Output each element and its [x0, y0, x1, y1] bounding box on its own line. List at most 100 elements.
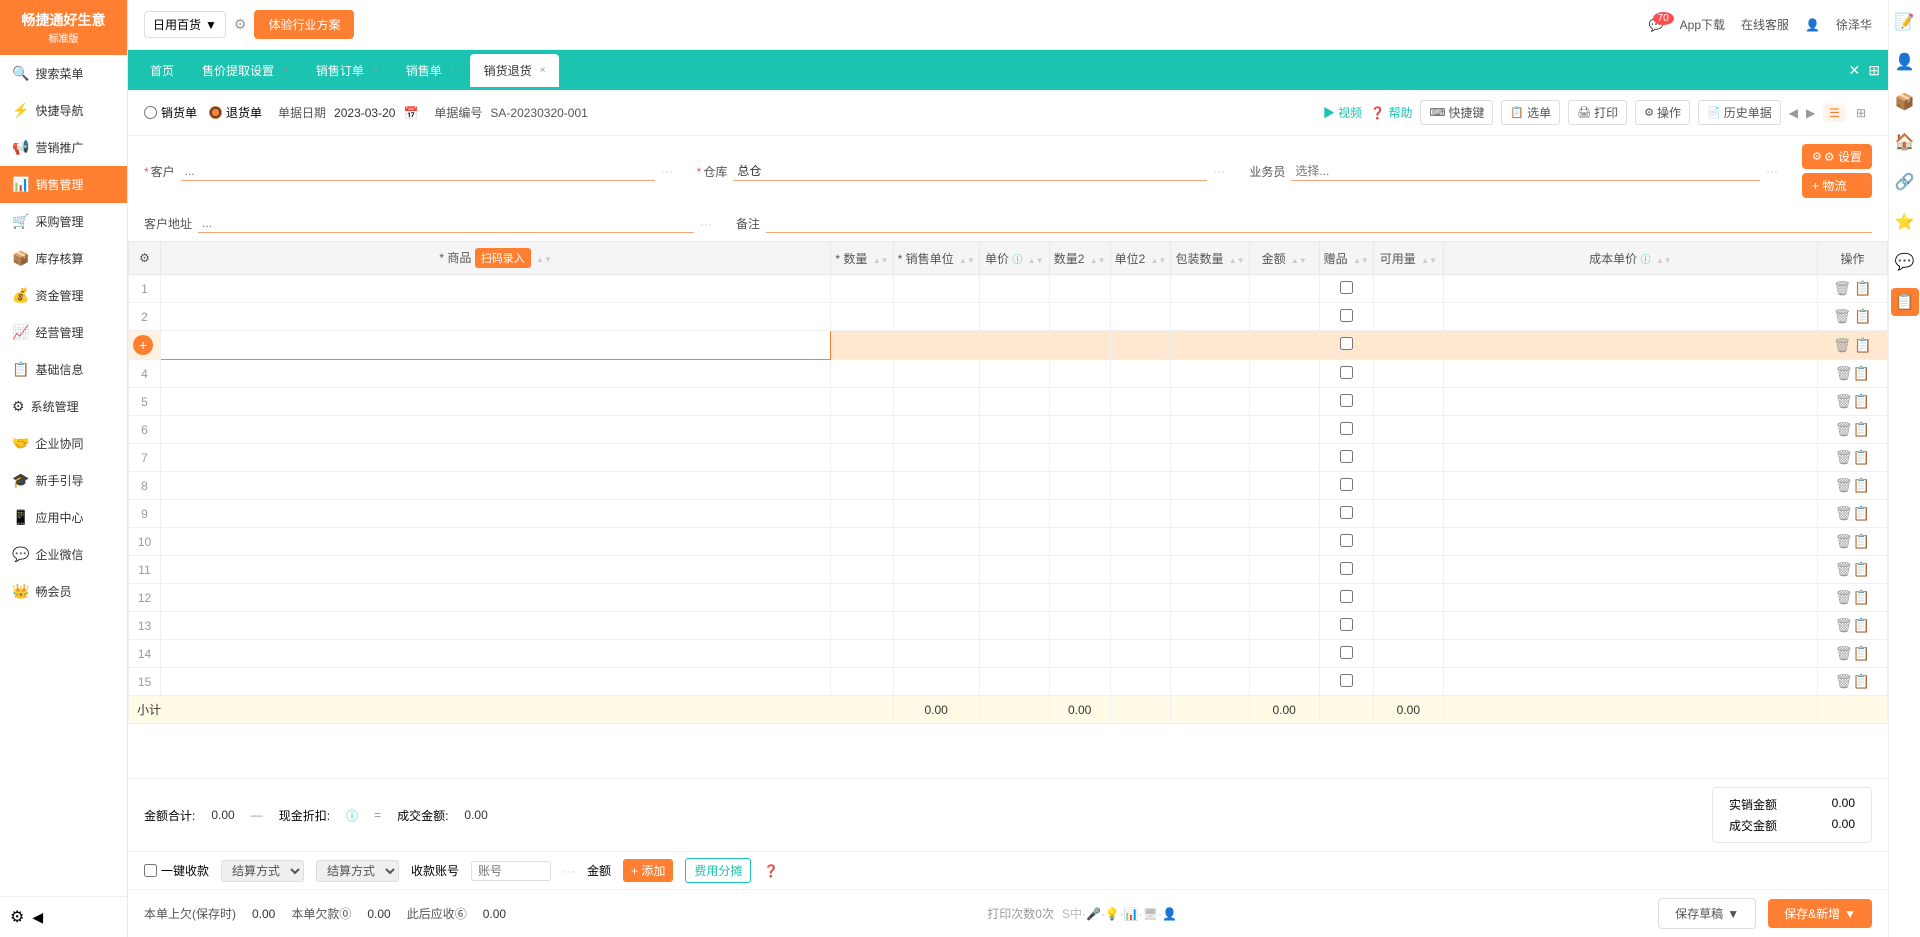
row14-delete-btn[interactable]: 🗑: [1835, 645, 1853, 662]
row2-costprice[interactable]: [1443, 303, 1817, 331]
settings-btn[interactable]: ⚙ ⚙ 设置: [1802, 144, 1872, 169]
row3-pkgqty[interactable]: [1171, 331, 1249, 360]
row12-delete-btn[interactable]: 🗑: [1835, 589, 1853, 606]
list-view-btn[interactable]: ⊞: [1850, 104, 1872, 122]
row3-product[interactable]: [161, 331, 831, 360]
cost-split-btn[interactable]: 费用分摊: [685, 858, 751, 883]
select-btn[interactable]: 📋 选单: [1501, 100, 1560, 125]
sidebar-item-operations[interactable]: 📈 经营管理: [0, 314, 127, 351]
row2-avail[interactable]: [1373, 303, 1443, 331]
one-click-payment-checkbox[interactable]: 一键收款: [144, 862, 209, 879]
row1-product[interactable]: [161, 275, 831, 303]
row2-gift[interactable]: [1319, 303, 1373, 331]
row7-copy-btn[interactable]: 📋: [1853, 449, 1870, 466]
row1-avail[interactable]: [1373, 275, 1443, 303]
warehouse-more-icon[interactable]: ···: [1213, 164, 1225, 178]
row3-qty[interactable]: [831, 331, 893, 360]
row1-costprice[interactable]: [1443, 275, 1817, 303]
online-service-link[interactable]: 在线客服: [1741, 16, 1789, 33]
row1-price[interactable]: [979, 275, 1049, 303]
row3-unit2[interactable]: [1110, 331, 1171, 360]
close-all-icon[interactable]: ✕: [1849, 62, 1861, 79]
amount-dots[interactable]: ···: [563, 864, 575, 878]
tab-home[interactable]: 首页: [136, 54, 188, 87]
shortcut-btn[interactable]: ⌨ 快捷键: [1420, 100, 1493, 125]
app-download-link[interactable]: App下载: [1680, 16, 1725, 33]
row11-delete-btn[interactable]: 🗑: [1835, 561, 1853, 578]
tab-price-settings[interactable]: 售价提取设置 ×: [188, 54, 302, 87]
row1-pkgqty[interactable]: [1171, 275, 1249, 303]
sidebar-item-appstore[interactable]: 📱 应用中心: [0, 499, 127, 536]
tab-sales-return[interactable]: 销货退货 ×: [470, 54, 560, 87]
right-icon-7[interactable]: 💬: [1891, 248, 1919, 276]
experience-btn[interactable]: 体验行业方案: [254, 10, 354, 39]
row1-amount[interactable]: [1249, 275, 1319, 303]
tab-price-settings-close[interactable]: ×: [282, 65, 288, 76]
row2-pkgqty[interactable]: [1171, 303, 1249, 331]
row1-qty2[interactable]: [1049, 275, 1110, 303]
address-input[interactable]: [198, 214, 694, 233]
sidebar-item-guide[interactable]: 🎓 新手引导: [0, 462, 127, 499]
row3-costprice[interactable]: [1443, 331, 1817, 360]
row15-delete-btn[interactable]: 🗑: [1835, 673, 1853, 690]
customer-more-icon[interactable]: ···: [661, 164, 673, 178]
print-btn[interactable]: 🖨 打印: [1568, 100, 1627, 125]
help-icon[interactable]: ❓: [763, 864, 778, 878]
account-input[interactable]: [471, 861, 551, 881]
row3-price[interactable]: [979, 331, 1049, 360]
row13-copy-btn[interactable]: 📋: [1853, 617, 1870, 634]
row2-qty2[interactable]: [1049, 303, 1110, 331]
right-icon-6[interactable]: ⭐: [1891, 208, 1919, 236]
add-payment-btn[interactable]: + 添加: [623, 859, 673, 882]
row2-price[interactable]: [979, 303, 1049, 331]
salesperson-more-icon[interactable]: ···: [1766, 164, 1778, 178]
row3-copy-btn[interactable]: 📋: [1854, 337, 1871, 354]
nav-prev-btn[interactable]: ◀: [1789, 106, 1798, 120]
row3-gift[interactable]: [1319, 331, 1373, 360]
row4-copy-btn[interactable]: 📋: [1853, 365, 1870, 382]
calc-method-select[interactable]: 结算方式: [316, 860, 399, 882]
row8-delete-btn[interactable]: 🗑: [1835, 477, 1853, 494]
row5-delete-btn[interactable]: 🗑: [1835, 393, 1853, 410]
sidebar-item-system[interactable]: ⚙ 系统管理: [0, 388, 127, 425]
right-icon-1[interactable]: 📝: [1891, 8, 1919, 36]
row3-avail[interactable]: [1373, 331, 1443, 360]
th-settings[interactable]: ⚙: [129, 242, 161, 275]
row2-amount[interactable]: [1249, 303, 1319, 331]
row2-product[interactable]: [161, 303, 831, 331]
sidebar-item-purchase[interactable]: 🛒 采购管理: [0, 203, 127, 240]
address-more-icon[interactable]: ···: [700, 217, 712, 231]
row4-delete-btn[interactable]: 🗑: [1835, 365, 1853, 382]
radio-sales[interactable]: 销货单: [144, 104, 197, 121]
row11-copy-btn[interactable]: 📋: [1853, 561, 1870, 578]
logistics-btn[interactable]: + 物流: [1802, 173, 1872, 198]
row3-qty2[interactable]: [1049, 331, 1110, 360]
save-new-btn[interactable]: 保存&新增 ▼: [1768, 899, 1872, 928]
date-value[interactable]: 2023-03-20: [334, 106, 395, 120]
right-icon-3[interactable]: 📦: [1891, 88, 1919, 116]
right-icon-2[interactable]: 👤: [1891, 48, 1919, 76]
sidebar-item-search[interactable]: 🔍 搜索菜单: [0, 55, 127, 92]
radio-return[interactable]: 退货单: [209, 104, 262, 121]
tab-sales-order-close[interactable]: ×: [372, 65, 378, 76]
sidebar-item-sales[interactable]: 📊 销售管理: [0, 166, 127, 203]
note-input[interactable]: [766, 214, 1872, 233]
sidebar-collapse-icon[interactable]: ◀: [32, 909, 43, 926]
sidebar-item-member[interactable]: 👑 畅会员: [0, 573, 127, 610]
row3-amount[interactable]: [1249, 331, 1319, 360]
row2-unit[interactable]: [893, 303, 979, 331]
row2-copy-btn[interactable]: 📋: [1854, 308, 1871, 325]
row2-unit2[interactable]: [1110, 303, 1171, 331]
customer-input[interactable]: [181, 162, 655, 181]
row1-delete-btn[interactable]: 🗑: [1833, 280, 1851, 297]
right-icon-8[interactable]: 📋: [1891, 288, 1919, 316]
expand-icon[interactable]: ⊞: [1868, 62, 1880, 79]
grid-view-btn[interactable]: ☰: [1823, 104, 1846, 122]
row1-copy-btn[interactable]: 📋: [1854, 280, 1871, 297]
history-btn[interactable]: 📄 历史单据: [1698, 100, 1781, 125]
row14-copy-btn[interactable]: 📋: [1853, 645, 1870, 662]
right-icon-4[interactable]: 🏠: [1891, 128, 1919, 156]
discount-info-icon[interactable]: ⓘ: [346, 807, 358, 824]
row10-copy-btn[interactable]: 📋: [1853, 533, 1870, 550]
calendar-icon[interactable]: 📅: [403, 106, 418, 120]
